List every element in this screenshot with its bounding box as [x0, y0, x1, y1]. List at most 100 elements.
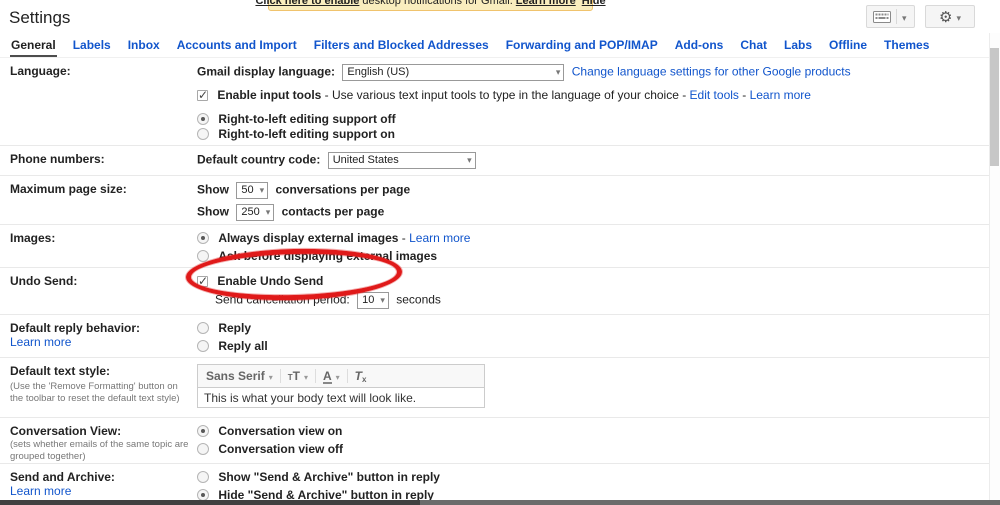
rtl-on-label: Right-to-left editing support on: [218, 127, 395, 141]
banner-hide-link[interactable]: Hide: [582, 0, 606, 7]
always-display-images-line: Always display external images - Learn m…: [197, 231, 1000, 246]
gear-icon: [939, 8, 956, 26]
reply-behavior-learn-more-link[interactable]: Learn more: [10, 335, 71, 349]
conversations-per-page-select[interactable]: 50: [236, 182, 269, 199]
font-family-dropdown[interactable]: Sans Serif: [206, 369, 273, 383]
input-tools-desc: - Use various text input tools to type i…: [321, 88, 690, 102]
dropdown-arrow-icon: [332, 369, 340, 383]
display-language-line: Gmail display language: English (US) Cha…: [197, 64, 1000, 81]
remove-formatting-button[interactable]: [355, 368, 367, 384]
reply-line: Reply: [197, 321, 1000, 336]
tab-forwarding-and-pop-imap[interactable]: Forwarding and POP/IMAP: [505, 35, 659, 57]
always-display-images-radio[interactable]: [197, 232, 209, 244]
max-page-size-label-cell: Maximum page size:: [0, 176, 197, 224]
text-color-icon: [323, 369, 332, 384]
conversation-view-off-radio[interactable]: [197, 443, 209, 455]
send-archive-label: Send and Archive:: [10, 470, 115, 484]
ask-before-images-radio[interactable]: [197, 250, 209, 262]
conversation-view-label: Conversation View:: [10, 424, 122, 438]
conversations-per-page-line: Show 50 conversations per page: [197, 182, 1000, 199]
tab-inbox[interactable]: Inbox: [127, 35, 161, 57]
images-label: Images:: [10, 231, 56, 245]
max-page-size-label: Maximum page size:: [10, 182, 127, 196]
images-learn-more-link[interactable]: Learn more: [409, 231, 470, 245]
show-send-archive-line: Show "Send & Archive" button in reply: [197, 470, 1000, 485]
row-conversation-view: Conversation View: (sets whether emails …: [0, 417, 1000, 463]
horizontal-scrollbar-thumb[interactable]: [0, 500, 420, 505]
tab-offline[interactable]: Offline: [828, 35, 868, 57]
row-default-text-style: Default text style: (Use the 'Remove For…: [0, 357, 1000, 417]
reply-behavior-label-cell: Default reply behavior: Learn more: [0, 315, 197, 357]
cancellation-period-line: Send cancellation period: 10 seconds: [197, 292, 1000, 309]
banner-learn-more-link[interactable]: Learn more: [516, 0, 576, 7]
reply-all-radio[interactable]: [197, 340, 209, 352]
horizontal-scrollbar[interactable]: [0, 500, 1000, 505]
conversation-view-on-radio[interactable]: [197, 425, 209, 437]
remove-formatting-icon: [355, 369, 362, 383]
tab-chat[interactable]: Chat: [739, 35, 768, 57]
input-tools-learn-more-link[interactable]: Learn more: [750, 88, 811, 102]
country-code-line: Default country code: United States: [197, 152, 1000, 169]
settings-tabs: General Labels Inbox Accounts and Import…: [0, 32, 1000, 58]
tab-labs[interactable]: Labs: [783, 35, 813, 57]
tab-general[interactable]: General: [10, 35, 57, 57]
vertical-scrollbar[interactable]: [989, 33, 1000, 500]
enable-undo-send-line: Enable Undo Send: [197, 274, 1000, 289]
chevron-down-icon: [902, 10, 907, 24]
text-style-preview: This is what your body text will look li…: [197, 388, 485, 408]
rtl-on-radio[interactable]: [197, 128, 209, 140]
display-language-select[interactable]: English (US): [342, 64, 565, 81]
display-language-label: Gmail display language:: [197, 64, 336, 79]
send-archive-learn-more-link[interactable]: Learn more: [10, 484, 71, 498]
reply-radio[interactable]: [197, 322, 209, 334]
input-tools-keyboard-button[interactable]: [866, 5, 915, 28]
country-code-label: Default country code:: [197, 152, 321, 167]
tab-add-ons[interactable]: Add-ons: [674, 35, 725, 57]
settings-gear-button[interactable]: [925, 5, 975, 28]
undo-send-label: Undo Send:: [10, 274, 78, 288]
reply-all-line: Reply all: [197, 339, 1000, 354]
row-images: Images: Always display external images -…: [0, 224, 1000, 267]
row-language: Language: Gmail display language: Englis…: [0, 58, 1000, 145]
row-undo-send: Undo Send: Enable Undo Send Send cancell…: [0, 267, 1000, 314]
keyboard-icon: [873, 10, 891, 23]
rtl-off-label: Right-to-left editing support off: [218, 112, 396, 126]
conversation-view-label-cell: Conversation View: (sets whether emails …: [0, 418, 197, 463]
text-style-label: Default text style:: [10, 364, 111, 378]
desktop-notifications-banner: Click here to enable desktop notificatio…: [255, 0, 606, 11]
phone-numbers-label-cell: Phone numbers:: [0, 146, 197, 175]
enable-input-tools-checkbox[interactable]: [197, 88, 208, 103]
input-tools-label: Enable input tools: [217, 88, 322, 102]
show-send-archive-radio[interactable]: [197, 471, 209, 483]
tab-accounts-and-import[interactable]: Accounts and Import: [176, 35, 298, 57]
language-label-cell: Language:: [0, 58, 197, 145]
rtl-off-radio[interactable]: [197, 113, 209, 125]
font-size-dropdown[interactable]: [288, 369, 308, 383]
contacts-per-page-select[interactable]: 250: [236, 204, 275, 221]
enable-undo-send-checkbox[interactable]: [197, 274, 208, 289]
cancellation-period-select[interactable]: 10: [357, 292, 389, 309]
text-color-dropdown[interactable]: [323, 369, 340, 384]
conversation-view-note: (sets whether emails of the same topic a…: [10, 439, 189, 462]
text-style-toolbar: Sans Serif: [197, 364, 485, 388]
change-language-link[interactable]: Change language settings for other Googl…: [572, 65, 851, 79]
conversation-off-line: Conversation view off: [197, 442, 1000, 457]
tab-themes[interactable]: Themes: [883, 35, 930, 57]
banner-text: desktop notifications for Gmail.: [362, 0, 513, 7]
edit-tools-link[interactable]: Edit tools: [690, 88, 739, 102]
reply-behavior-label: Default reply behavior:: [10, 321, 141, 335]
tab-filters-and-blocked-addresses[interactable]: Filters and Blocked Addresses: [313, 35, 490, 57]
tab-labels[interactable]: Labels: [72, 35, 112, 57]
rtl-off-line: Right-to-left editing support off: [197, 112, 1000, 127]
vertical-scrollbar-thumb[interactable]: [990, 48, 999, 166]
country-code-select[interactable]: United States: [327, 152, 476, 169]
dropdown-arrow-icon: [265, 369, 273, 383]
contacts-per-page-line: Show 250 contacts per page: [197, 204, 1000, 221]
language-label: Language:: [10, 64, 71, 78]
text-style-note: (Use the 'Remove Formatting' button on t…: [10, 381, 180, 404]
row-send-and-archive: Send and Archive: Learn more Show "Send …: [0, 463, 1000, 505]
conversation-on-line: Conversation view on: [197, 424, 1000, 439]
dropdown-arrow-icon: [556, 65, 561, 80]
banner-enable-link[interactable]: Click here to enable: [255, 0, 359, 7]
row-default-reply-behavior: Default reply behavior: Learn more Reply…: [0, 314, 1000, 357]
